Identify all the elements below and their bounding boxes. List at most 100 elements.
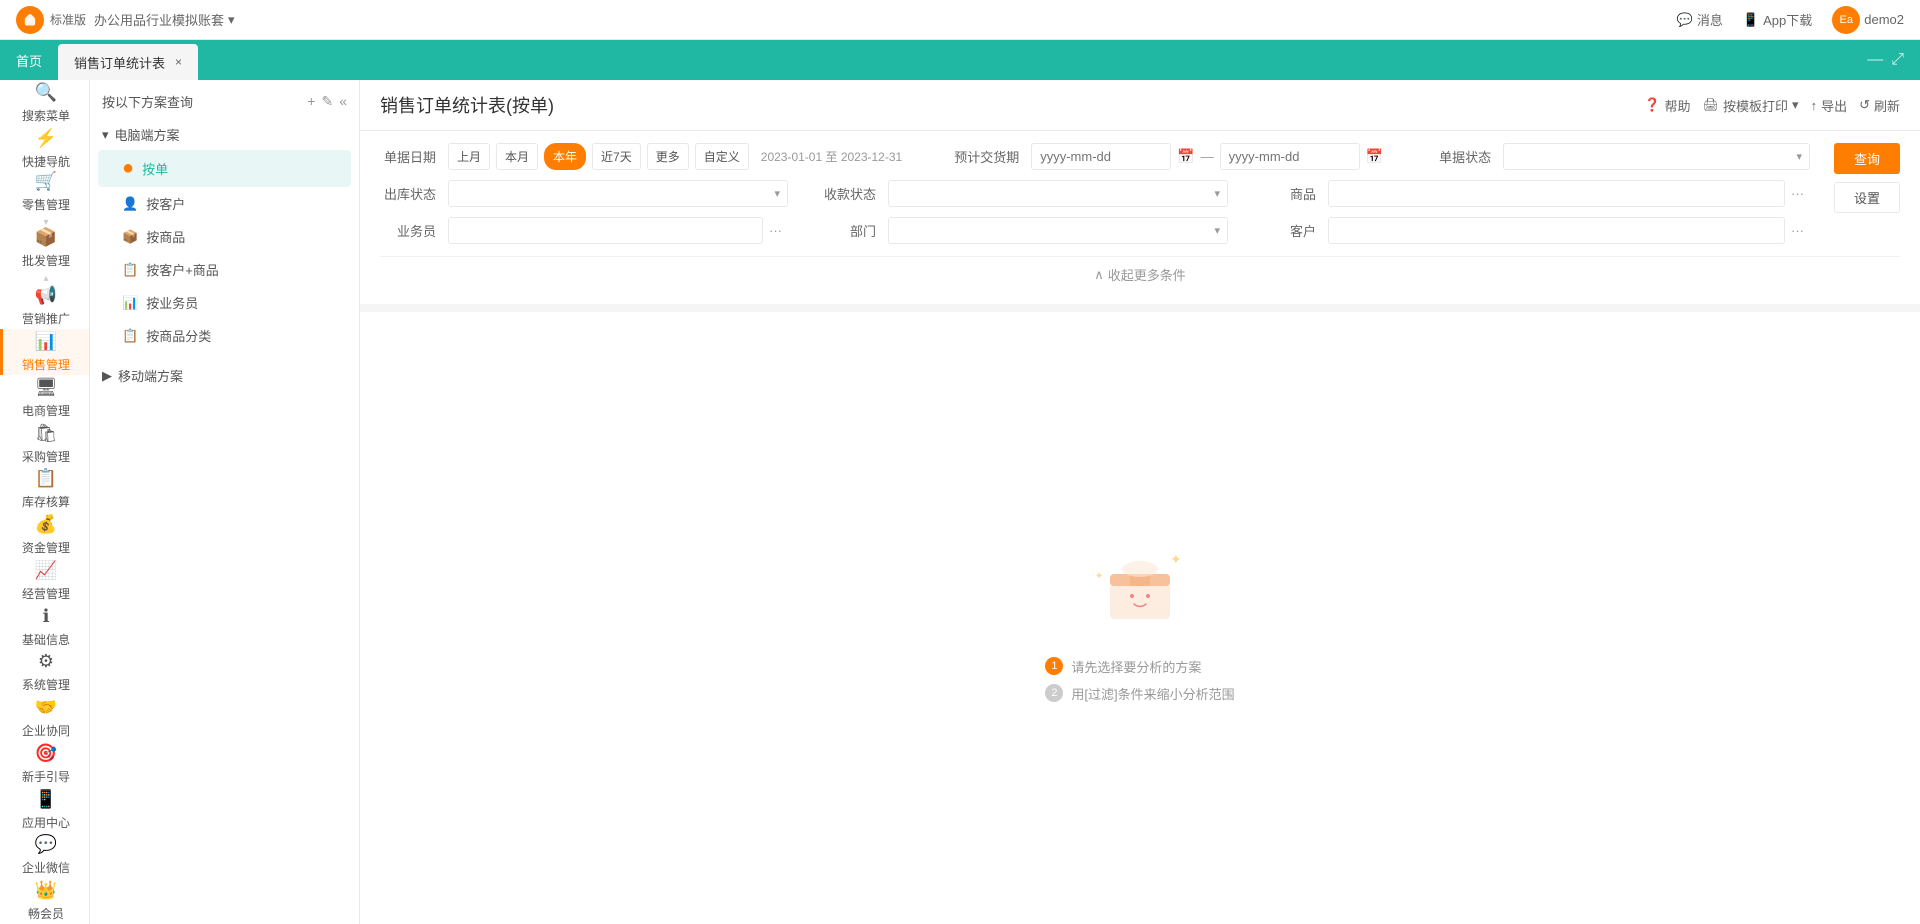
tab-max-btn[interactable]: ⤢ — [1891, 51, 1904, 69]
ecommerce-icon: 🖥 — [35, 377, 58, 398]
filter-row-3: 业务员 ··· 部门 ▾ 客户 — [380, 217, 1810, 244]
product-label: 商品 — [1260, 184, 1316, 203]
sidebar-item-quick-nav[interactable]: ⚡ 快捷导航 — [0, 126, 89, 172]
salesperson-more-btn[interactable]: ··· — [763, 223, 788, 238]
date-btn-custom[interactable]: 自定义 — [695, 143, 749, 170]
customer-more-btn[interactable]: ··· — [1785, 223, 1810, 238]
scheme-customer-icon: 👤 — [122, 196, 138, 212]
calendar-start-icon[interactable]: 📅 — [1177, 148, 1194, 165]
delivery-status-input[interactable] — [448, 180, 788, 207]
system-icon: ⚙ — [38, 651, 54, 672]
sidebar-item-wechat[interactable]: 💬 企业微信 — [0, 833, 89, 879]
sidebar-item-sales[interactable]: 📊 销售管理 — [0, 329, 89, 375]
scheme-item-by-category[interactable]: 📋 按商品分类 — [98, 319, 351, 352]
product-more-btn[interactable]: ··· — [1785, 186, 1810, 201]
help-icon: ❓ — [1644, 97, 1660, 113]
sidebar-item-marketing[interactable]: 📢 营销推广 — [0, 284, 89, 330]
department-select-wrap: ▾ — [888, 217, 1228, 244]
date-btn-this-year[interactable]: 本年 — [544, 143, 586, 170]
scheme-group-desktop: ▾ 电脑端方案 ● 按单 👤 按客户 📦 按商品 📋 按客户+商品 — [90, 119, 359, 352]
collapse-bar[interactable]: ∧ 收起更多条件 — [380, 256, 1900, 292]
edit-scheme-btn[interactable]: ✎ — [321, 93, 333, 110]
app-download-btn[interactable]: 📱 App下载 — [1743, 10, 1812, 29]
tab-close-btn[interactable]: × — [175, 55, 182, 69]
top-bar-right: 💬 消息 📱 App下载 Ea demo2 — [1677, 6, 1904, 34]
scheme-item-by-product[interactable]: 📦 按商品 — [98, 220, 351, 253]
app-selector-arrow: ▾ — [228, 12, 235, 28]
scheme-item-by-order[interactable]: ● 按单 — [98, 150, 351, 187]
scheme-group-header-mobile[interactable]: ▶ 移动端方案 — [98, 360, 351, 391]
message-icon: 💬 — [1677, 12, 1693, 28]
sidebar-item-purchase[interactable]: 🛍 采购管理 — [0, 421, 89, 467]
finance-icon: 💰 — [35, 514, 57, 535]
sidebar-item-wholesale[interactable]: 📦 批发管理 ▴ — [0, 228, 89, 284]
member-icon: 👑 — [35, 880, 57, 901]
enterprise-icon: 🤝 — [35, 697, 57, 718]
svg-text:✦: ✦ — [1170, 551, 1182, 567]
collapse-panel-btn[interactable]: « — [339, 93, 347, 110]
message-btn[interactable]: 💬 消息 — [1677, 10, 1723, 29]
customer-input[interactable] — [1328, 217, 1785, 244]
basic-icon: ℹ — [43, 606, 50, 627]
scheme-item-by-customer[interactable]: 👤 按客户 — [98, 187, 351, 220]
sidebar-item-finance[interactable]: 💰 资金管理 — [0, 512, 89, 558]
export-btn[interactable]: ↑ 导出 — [1811, 96, 1848, 115]
wechat-icon: 💬 — [35, 834, 57, 855]
scheme-active-icon: ● — [122, 157, 134, 180]
mobile-group-arrow: ▶ — [102, 368, 112, 384]
user-area[interactable]: Ea demo2 — [1832, 6, 1904, 34]
help-btn[interactable]: ❓ 帮助 — [1644, 96, 1690, 115]
salesperson-input[interactable] — [448, 217, 763, 244]
sidebar-item-member[interactable]: 👑 畅会员 — [0, 878, 89, 924]
sidebar-item-operations[interactable]: 📈 经营管理 — [0, 558, 89, 604]
purchase-icon: 🛍 — [35, 423, 58, 444]
sidebar-item-system[interactable]: ⚙ 系统管理 — [0, 650, 89, 696]
date-btn-last-month[interactable]: 上月 — [448, 143, 490, 170]
left-panel-actions: + ✎ « — [307, 93, 347, 110]
salesperson-label: 业务员 — [380, 221, 436, 240]
refresh-btn[interactable]: ↺ 刷新 — [1859, 96, 1900, 115]
query-btn[interactable]: 查询 — [1834, 143, 1900, 174]
scheme-group-mobile: ▶ 移动端方案 — [90, 360, 359, 391]
expected-delivery-start[interactable] — [1031, 143, 1171, 170]
date-btn-more[interactable]: 更多 — [647, 143, 689, 170]
wholesale-icon: 📦 — [35, 227, 57, 248]
scheme-item-by-salesperson[interactable]: 📊 按业务员 — [98, 286, 351, 319]
download-icon: 📱 — [1743, 12, 1759, 28]
sidebar-item-basic[interactable]: ℹ 基础信息 — [0, 604, 89, 650]
payment-status-input[interactable] — [888, 180, 1228, 207]
product-input[interactable] — [1328, 180, 1785, 207]
settings-btn[interactable]: 设置 — [1834, 182, 1900, 213]
calendar-end-icon[interactable]: 📅 — [1366, 148, 1383, 165]
tab-home[interactable]: 首页 — [0, 40, 58, 80]
status-select-wrap: ▾ — [1503, 143, 1810, 170]
appcenter-icon: 📱 — [35, 789, 57, 810]
date-label: 单据日期 — [380, 147, 436, 166]
logo-area: 标准版 — [16, 6, 86, 34]
sidebar-item-newcomer[interactable]: 🎯 新手引导 — [0, 741, 89, 787]
add-scheme-btn[interactable]: + — [307, 93, 315, 110]
sidebar-item-retail[interactable]: 🛒 零售管理 ▾ — [0, 172, 89, 228]
department-input[interactable] — [888, 217, 1228, 244]
print-btn[interactable]: 🖨 按模板打印 ▾ — [1703, 96, 1799, 115]
sidebar-item-appcenter[interactable]: 📱 应用中心 — [0, 787, 89, 833]
scheme-group-header-desktop[interactable]: ▾ 电脑端方案 — [98, 119, 351, 150]
empty-tips: 1 请先选择要分析的方案 2 用[过滤]条件来缩小分析范围 — [1045, 657, 1234, 703]
delivery-select-wrap: ▾ — [448, 180, 788, 207]
tip-num-1: 1 — [1045, 657, 1063, 675]
scheme-item-by-customer-product[interactable]: 📋 按客户+商品 — [98, 253, 351, 286]
tab-min-btn[interactable]: — — [1867, 51, 1883, 69]
product-input-wrap: ··· — [1328, 180, 1810, 207]
sidebar-item-enterprise[interactable]: 🤝 企业协同 — [0, 695, 89, 741]
date-btn-7days[interactable]: 近7天 — [592, 143, 641, 170]
app-selector[interactable]: 办公用品行业模拟账套 ▾ — [94, 10, 235, 29]
filter-main: 单据日期 上月 本月 本年 近7天 更多 自定义 2023-01-01 至 20… — [380, 143, 1810, 256]
date-btn-this-month[interactable]: 本月 — [496, 143, 538, 170]
tab-sales-stats[interactable]: 销售订单统计表 × — [58, 44, 198, 80]
sidebar-item-ecommerce[interactable]: 🖥 电商管理 — [0, 375, 89, 421]
expected-delivery-end[interactable] — [1220, 143, 1360, 170]
status-input[interactable] — [1503, 143, 1810, 170]
sidebar-item-search-menu[interactable]: 🔍 搜索菜单 — [0, 80, 89, 126]
sidebar-item-inventory[interactable]: 📋 库存核算 — [0, 467, 89, 513]
page-header: 销售订单统计表(按单) ❓ 帮助 🖨 按模板打印 ▾ ↑ 导出 — [360, 80, 1920, 131]
